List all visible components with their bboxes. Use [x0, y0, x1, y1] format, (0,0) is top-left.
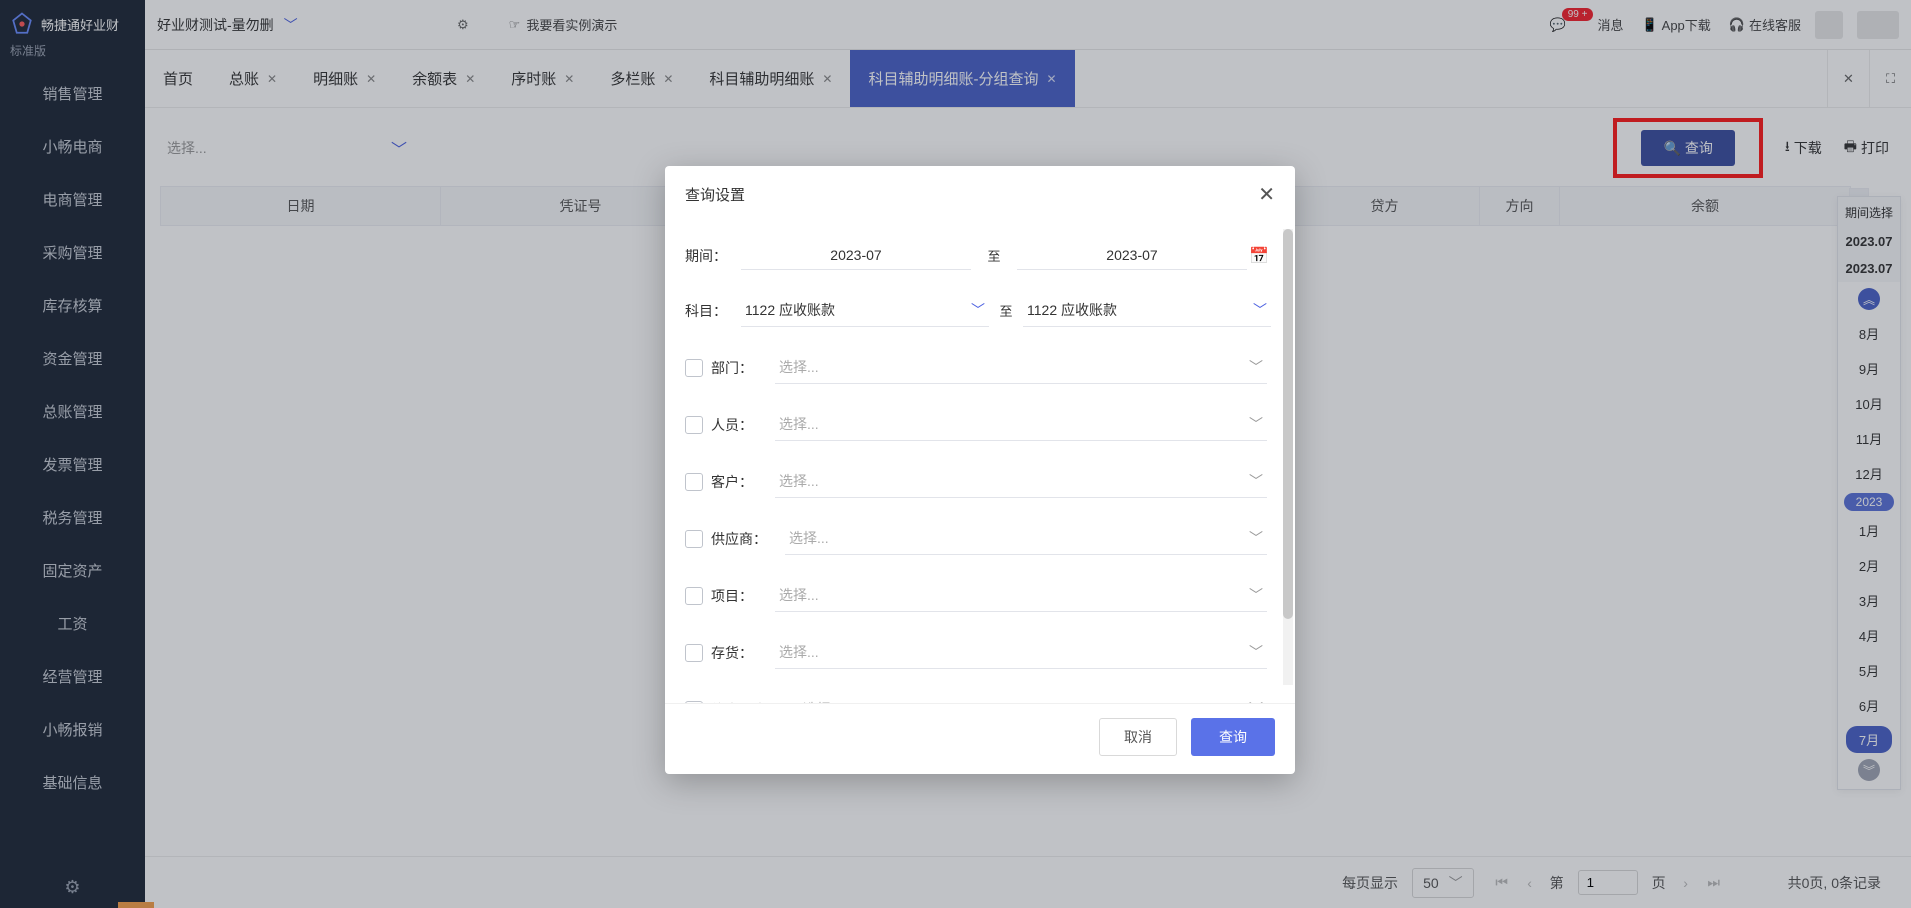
chevron-down-icon: ﹀: [1249, 699, 1263, 703]
modal-confirm-button[interactable]: 查询: [1191, 718, 1275, 756]
modal-header: 查询设置 ✕: [665, 166, 1295, 223]
placeholder: 选择...: [779, 357, 819, 377]
filter-dept-select[interactable]: 选择... ﹀: [775, 351, 1267, 384]
subject-to-value: 1122 应收账款: [1027, 300, 1117, 320]
modal-body: 期间： 2023-07 至 2023-07 📅 科目： 1122 应收账款 ﹀ …: [665, 223, 1295, 703]
subject-to-input[interactable]: 1122 应收账款 ﹀: [1023, 294, 1271, 327]
chevron-down-icon: ﹀: [1249, 414, 1263, 434]
subject-label: 科目：: [685, 301, 741, 321]
period-from-input[interactable]: 2023-07: [741, 241, 971, 270]
period-to-input[interactable]: 2023-07: [1017, 241, 1247, 270]
placeholder: 选择...: [803, 699, 843, 703]
placeholder: 选择...: [789, 528, 829, 548]
calendar-icon[interactable]: 📅: [1247, 246, 1271, 266]
chevron-down-icon: ﹀: [971, 300, 985, 320]
query-settings-modal: 查询设置 ✕ 期间： 2023-07 至 2023-07 📅 科目： 1122 …: [665, 166, 1295, 774]
chevron-down-icon: ﹀: [1249, 471, 1263, 491]
filter-project-select[interactable]: 选择... ﹀: [775, 579, 1267, 612]
filter-supplier-label: 供应商：: [711, 529, 785, 549]
filter-supplier-row: 供应商： 选择... ﹀: [681, 510, 1295, 567]
filter-inventory-row: 存货： 选择... ﹀: [681, 624, 1295, 681]
placeholder: 选择...: [779, 471, 819, 491]
filter-inventory-label: 存货：: [711, 643, 775, 663]
filter-inventory-select[interactable]: 选择... ﹀: [775, 636, 1267, 669]
filter-project-label: 项目：: [711, 586, 775, 606]
filter-customer-checkbox[interactable]: [685, 473, 703, 491]
placeholder: 选择...: [779, 585, 819, 605]
subject-row: 科目： 1122 应收账款 ﹀ 至 1122 应收账款 ﹀: [681, 282, 1295, 339]
placeholder: 选择...: [779, 642, 819, 662]
filter-current-cat-checkbox[interactable]: [685, 701, 703, 704]
subject-sep: 至: [989, 301, 1023, 320]
filter-inventory-checkbox[interactable]: [685, 644, 703, 662]
filter-dept-row: 部门： 选择... ﹀: [681, 339, 1295, 396]
filter-person-checkbox[interactable]: [685, 416, 703, 434]
chevron-down-icon: ﹀: [1249, 642, 1263, 662]
modal-footer: 取消 查询: [665, 703, 1295, 774]
modal-cancel-button[interactable]: 取消: [1099, 718, 1177, 756]
filter-current-cat-label: 往来分类：: [711, 700, 799, 704]
filter-dept-label: 部门：: [711, 358, 775, 378]
filter-person-select[interactable]: 选择... ﹀: [775, 408, 1267, 441]
filter-person-row: 人员： 选择... ﹀: [681, 396, 1295, 453]
modal-close-icon[interactable]: ✕: [1258, 182, 1275, 207]
filter-current-cat-select[interactable]: 选择... ﹀: [799, 693, 1267, 703]
filter-customer-label: 客户：: [711, 472, 775, 492]
filter-current-cat-row: 往来分类： 选择... ﹀: [681, 681, 1295, 703]
chevron-down-icon: ﹀: [1253, 300, 1267, 320]
filter-customer-row: 客户： 选择... ﹀: [681, 453, 1295, 510]
subject-from-value: 1122 应收账款: [745, 300, 835, 320]
filter-person-label: 人员：: [711, 415, 775, 435]
filter-project-row: 项目： 选择... ﹀: [681, 567, 1295, 624]
chevron-down-icon: ﹀: [1249, 357, 1263, 377]
filter-supplier-checkbox[interactable]: [685, 530, 703, 548]
filter-project-checkbox[interactable]: [685, 587, 703, 605]
chevron-down-icon: ﹀: [1249, 528, 1263, 548]
modal-scrollbar-thumb[interactable]: [1283, 229, 1293, 619]
filter-dept-checkbox[interactable]: [685, 359, 703, 377]
subject-from-input[interactable]: 1122 应收账款 ﹀: [741, 294, 989, 327]
chevron-down-icon: ﹀: [1249, 585, 1263, 605]
period-sep: 至: [971, 246, 1017, 265]
period-label: 期间：: [685, 246, 741, 266]
filter-customer-select[interactable]: 选择... ﹀: [775, 465, 1267, 498]
period-row: 期间： 2023-07 至 2023-07 📅: [681, 229, 1295, 282]
modal-title: 查询设置: [685, 184, 745, 205]
filter-supplier-select[interactable]: 选择... ﹀: [785, 522, 1267, 555]
placeholder: 选择...: [779, 414, 819, 434]
